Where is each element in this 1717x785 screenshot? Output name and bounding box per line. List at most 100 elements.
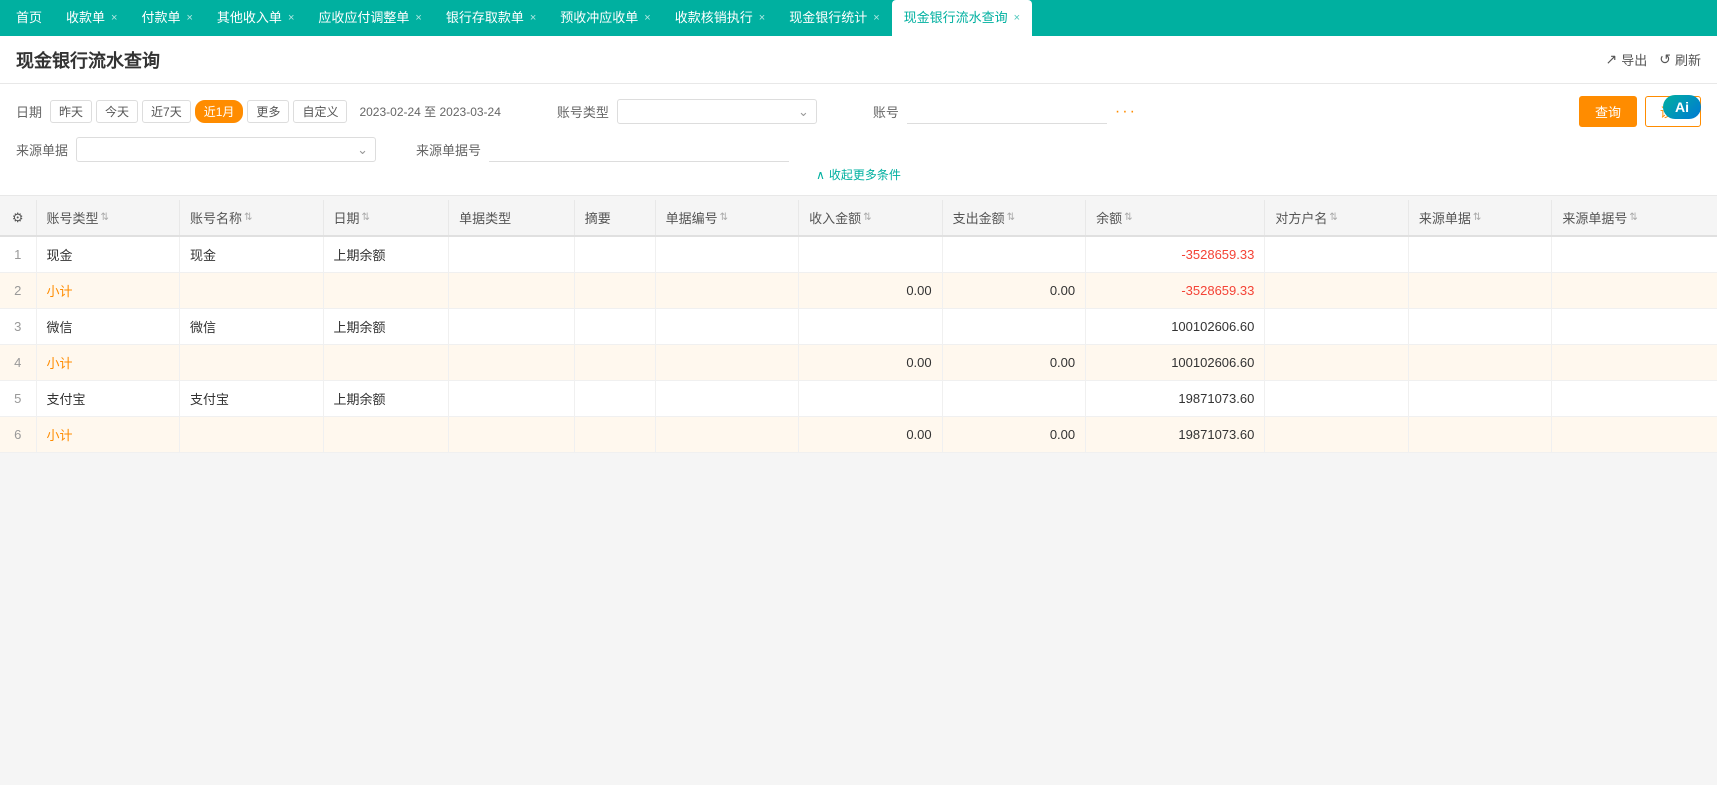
table-container: ⚙ 账号类型 ⇅ 账号名称 ⇅ 日期 bbox=[0, 200, 1717, 453]
th-balance[interactable]: 余额 ⇅ bbox=[1086, 200, 1265, 236]
cell-account-name bbox=[180, 345, 324, 381]
cell-expense bbox=[942, 309, 1086, 345]
collapse-chevron-icon: ∧ bbox=[816, 168, 825, 182]
date-btn-custom[interactable]: 自定义 bbox=[293, 100, 347, 123]
th-counterpart[interactable]: 对方户名 ⇅ bbox=[1265, 200, 1409, 236]
source-doc-select[interactable] bbox=[76, 137, 376, 162]
table-row[interactable]: 1 现金 现金 上期余额 -3528659.33 bbox=[0, 236, 1717, 273]
sort-icon: ⇅ bbox=[1473, 212, 1481, 223]
cell-summary bbox=[574, 417, 655, 453]
nav-home[interactable]: 首页 bbox=[4, 0, 54, 36]
cell-counterpart bbox=[1265, 381, 1409, 417]
nav-item-5[interactable]: 预收冲应收单 × bbox=[548, 0, 662, 36]
nav-item-3[interactable]: 应收应付调整单 × bbox=[306, 0, 433, 36]
sort-icon: ⇅ bbox=[244, 212, 252, 223]
filter-row-2: 来源单据 来源单据号 bbox=[16, 137, 1701, 162]
table-row[interactable]: 6 小计 0.00 0.00 19871073.60 bbox=[0, 417, 1717, 453]
nav-item-0[interactable]: 收款单 × bbox=[54, 0, 129, 36]
source-doc-no-label: 来源单据号 bbox=[416, 140, 481, 159]
cell-source-doc-no bbox=[1552, 417, 1717, 453]
th-account-name[interactable]: 账号名称 ⇅ bbox=[180, 200, 324, 236]
cell-account-name: 微信 bbox=[180, 309, 324, 345]
cell-expense: 0.00 bbox=[942, 345, 1086, 381]
query-button[interactable]: 查询 bbox=[1579, 96, 1637, 127]
table-row[interactable]: 2 小计 0.00 0.00 -3528659.33 bbox=[0, 273, 1717, 309]
filter-row-1: 日期 昨天 今天 近7天 近1月 更多 自定义 2023-02-24 至 202… bbox=[16, 96, 1701, 127]
date-btn-today[interactable]: 今天 bbox=[96, 100, 138, 123]
table-row[interactable]: 5 支付宝 支付宝 上期余额 19871073.60 bbox=[0, 381, 1717, 417]
th-doc-no[interactable]: 单据编号 ⇅ bbox=[655, 200, 799, 236]
top-nav: 首页 收款单 × 付款单 × 其他收入单 × 应收应付调整单 × 银行存取款单 … bbox=[0, 0, 1717, 36]
nav-item-6[interactable]: 收款核销执行 × bbox=[663, 0, 777, 36]
cell-counterpart bbox=[1265, 273, 1409, 309]
cell-balance: 19871073.60 bbox=[1086, 417, 1265, 453]
close-icon[interactable]: × bbox=[644, 0, 650, 36]
close-icon[interactable]: × bbox=[530, 0, 536, 36]
nav-item-4[interactable]: 银行存取款单 × bbox=[434, 0, 548, 36]
date-btn-7days[interactable]: 近7天 bbox=[142, 100, 191, 123]
account-filter-group: 账号 ··· bbox=[873, 100, 1137, 124]
account-type-filter-group: 账号类型 bbox=[557, 99, 817, 124]
nav-item-8[interactable]: 现金银行流水查询 × bbox=[892, 0, 1032, 36]
account-dots-button[interactable]: ··· bbox=[1115, 103, 1137, 121]
close-icon[interactable]: × bbox=[186, 0, 192, 36]
sort-icon: ⇅ bbox=[101, 212, 109, 223]
cell-doc-type bbox=[449, 381, 575, 417]
cell-expense: 0.00 bbox=[942, 273, 1086, 309]
source-doc-label: 来源单据 bbox=[16, 140, 68, 159]
th-source-doc-no[interactable]: 来源单据号 ⇅ bbox=[1552, 200, 1717, 236]
sort-icon: ⇅ bbox=[1629, 212, 1637, 223]
close-icon[interactable]: × bbox=[1014, 0, 1020, 36]
page-header: 现金银行流水查询 ↗ 导出 ↺ 刷新 bbox=[0, 36, 1717, 84]
cell-counterpart bbox=[1265, 236, 1409, 273]
source-doc-filter-group: 来源单据 bbox=[16, 137, 376, 162]
cell-expense bbox=[942, 381, 1086, 417]
collapse-bar[interactable]: ∧ 收起更多条件 bbox=[16, 166, 1701, 183]
close-icon[interactable]: × bbox=[111, 0, 117, 36]
page-title: 现金银行流水查询 bbox=[16, 47, 160, 73]
th-expense[interactable]: 支出金额 ⇅ bbox=[942, 200, 1086, 236]
export-button[interactable]: ↗ 导出 bbox=[1606, 50, 1648, 69]
close-icon[interactable]: × bbox=[759, 0, 765, 36]
th-doc-type[interactable]: 单据类型 bbox=[449, 200, 575, 236]
data-table: ⚙ 账号类型 ⇅ 账号名称 ⇅ 日期 bbox=[0, 200, 1717, 453]
refresh-button[interactable]: ↺ 刷新 bbox=[1659, 50, 1701, 69]
th-income[interactable]: 收入金额 ⇅ bbox=[799, 200, 943, 236]
table-row[interactable]: 3 微信 微信 上期余额 100102606.60 bbox=[0, 309, 1717, 345]
sort-icon: ⇅ bbox=[362, 212, 370, 223]
ai-badge[interactable]: Ai bbox=[1663, 95, 1701, 119]
cell-income bbox=[799, 236, 943, 273]
account-input[interactable] bbox=[907, 100, 1107, 124]
nav-item-1[interactable]: 付款单 × bbox=[129, 0, 204, 36]
th-account-type[interactable]: 账号类型 ⇅ bbox=[36, 200, 180, 236]
nav-item-7[interactable]: 现金银行统计 × bbox=[777, 0, 891, 36]
date-btn-more[interactable]: 更多 bbox=[247, 100, 289, 123]
account-type-select[interactable] bbox=[617, 99, 817, 124]
cell-source-doc-no bbox=[1552, 309, 1717, 345]
table-row[interactable]: 4 小计 0.00 0.00 100102606.60 bbox=[0, 345, 1717, 381]
th-summary[interactable]: 摘要 bbox=[574, 200, 655, 236]
close-icon[interactable]: × bbox=[415, 0, 421, 36]
cell-account-name bbox=[180, 273, 324, 309]
cell-num: 4 bbox=[0, 345, 36, 381]
th-source-doc[interactable]: 来源单据 ⇅ bbox=[1408, 200, 1552, 236]
cell-date: 上期余额 bbox=[323, 309, 449, 345]
th-gear[interactable]: ⚙ bbox=[0, 200, 36, 236]
date-btn-yesterday[interactable]: 昨天 bbox=[50, 100, 92, 123]
cell-income: 0.00 bbox=[799, 417, 943, 453]
sort-icon: ⇅ bbox=[720, 212, 728, 223]
source-doc-no-input[interactable] bbox=[489, 138, 789, 162]
cell-date bbox=[323, 273, 449, 309]
cell-num: 3 bbox=[0, 309, 36, 345]
cell-doc-no bbox=[655, 309, 799, 345]
close-icon[interactable]: × bbox=[873, 0, 879, 36]
cell-source-doc bbox=[1408, 381, 1552, 417]
th-date[interactable]: 日期 ⇅ bbox=[323, 200, 449, 236]
date-btn-1month[interactable]: 近1月 bbox=[195, 100, 244, 123]
nav-item-2[interactable]: 其他收入单 × bbox=[205, 0, 306, 36]
source-doc-select-wrapper bbox=[76, 137, 376, 162]
cell-account-type: 小计 bbox=[36, 273, 180, 309]
cell-account-name: 支付宝 bbox=[180, 381, 324, 417]
close-icon[interactable]: × bbox=[288, 0, 294, 36]
cell-source-doc bbox=[1408, 273, 1552, 309]
